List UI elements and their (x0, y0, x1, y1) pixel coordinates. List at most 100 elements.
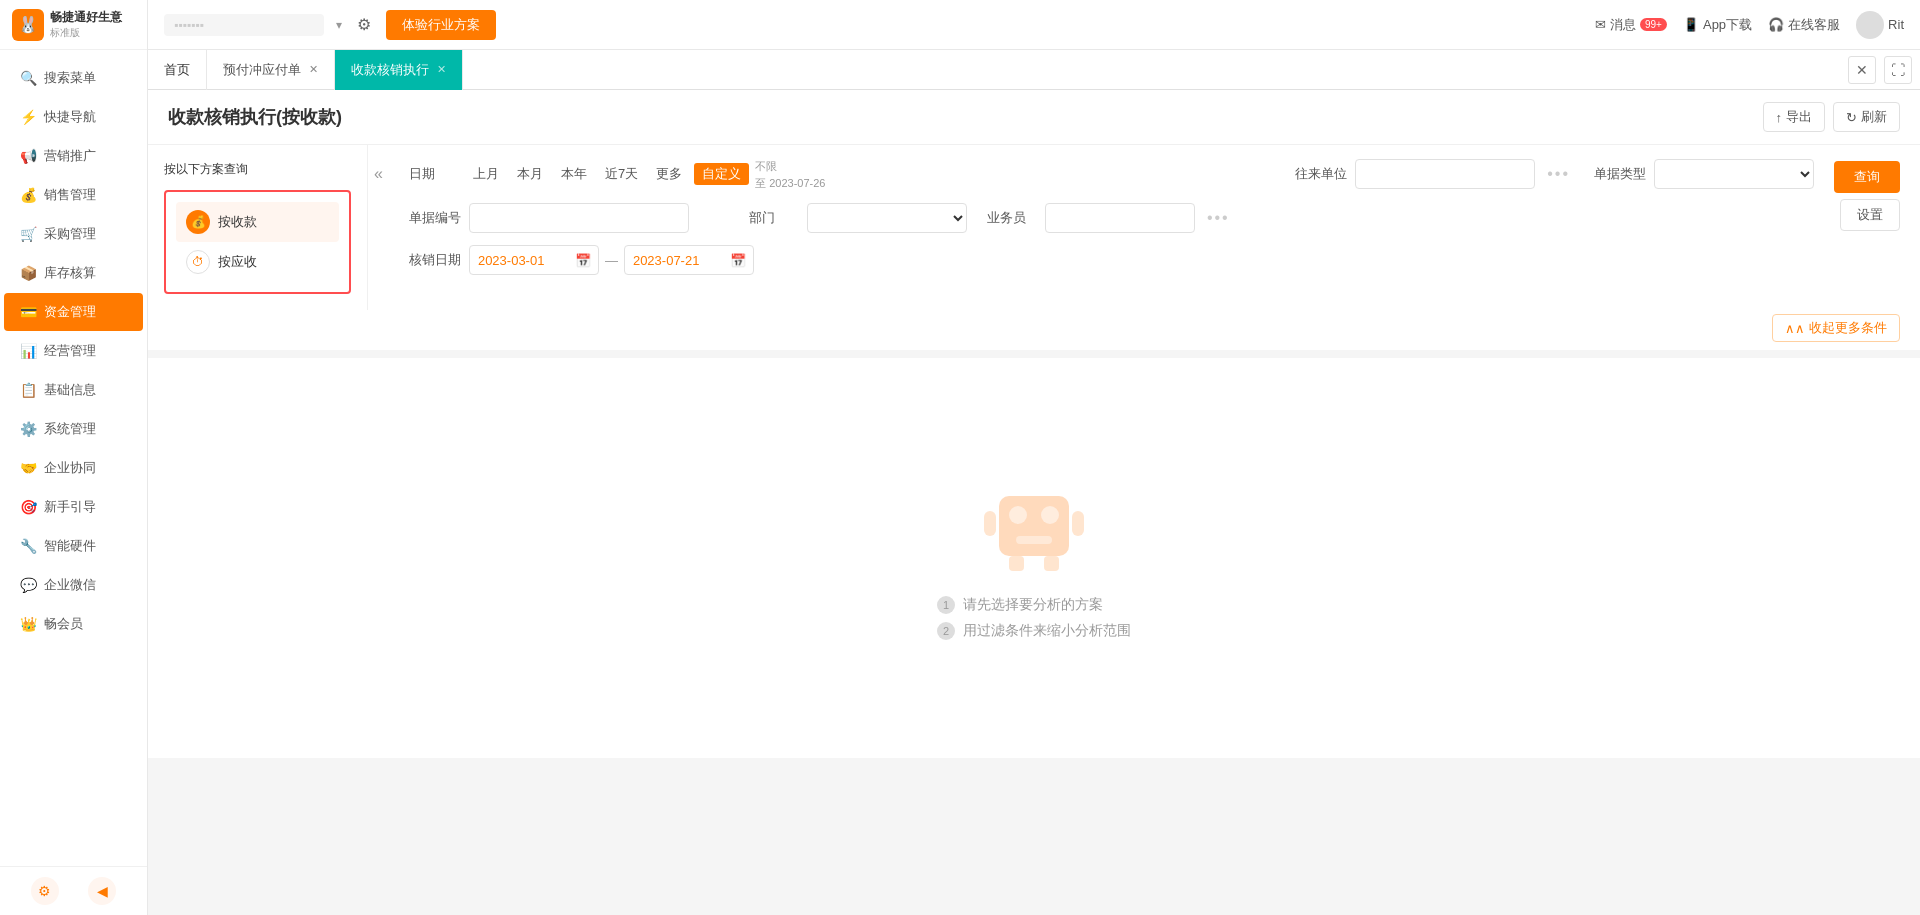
topbar-right: ✉ 消息 99+ 📱 App下载 🎧 在线客服 Rit (1595, 11, 1904, 39)
tab-close-all-btn[interactable]: ✕ (1848, 56, 1876, 84)
sidebar-item-member[interactable]: 👑 畅会员 (4, 605, 143, 643)
avatar (1856, 11, 1884, 39)
topbar-gear-btn[interactable]: ⚙ (350, 11, 378, 39)
sidebar-item-guide[interactable]: 🎯 新手引导 (4, 488, 143, 526)
sidebar-item-search[interactable]: 🔍 搜索菜单 (4, 59, 143, 97)
message-icon: ✉ (1595, 17, 1606, 32)
verify-date-label: 核销日期 (409, 251, 461, 269)
sidebar-item-quicknav[interactable]: ⚡ 快捷导航 (4, 98, 143, 136)
filter-row-3: 核销日期 📅 — 📅 (409, 245, 1814, 275)
settings-icon[interactable]: ⚙ (31, 877, 59, 905)
date-this-year[interactable]: 本年 (555, 163, 593, 185)
date-this-month[interactable]: 本月 (511, 163, 549, 185)
doc-no-input[interactable] (469, 203, 689, 233)
refresh-icon: ↻ (1846, 110, 1857, 125)
empty-state: 1 请先选择要分析的方案 2 用过滤条件来缩小分析范围 (937, 476, 1131, 640)
doc-type-select[interactable] (1654, 159, 1814, 189)
page-header: 收款核销执行(按收款) ↑ 导出 ↻ 刷新 (148, 90, 1920, 145)
svg-rect-1 (1009, 506, 1027, 524)
date-field: 日期 上月 本月 本年 近7天 更多 自定义 不限 (409, 157, 826, 191)
page-title: 收款核销执行(按收款) (168, 105, 342, 141)
date-last-month[interactable]: 上月 (467, 163, 505, 185)
sidebar: 🐰 畅捷通好生意 标准版 🔍 搜索菜单 ⚡ 快捷导航 📢 营销推广 💰 销售管理… (0, 0, 148, 915)
collapse-sidebar-icon[interactable]: ◀ (88, 877, 116, 905)
date-no-limit: 不限 (755, 159, 825, 174)
tab-collection-close[interactable]: ✕ (437, 63, 446, 76)
counterparty-dots[interactable]: ••• (1543, 165, 1574, 183)
tab-collection[interactable]: 收款核销执行 ✕ (335, 50, 463, 90)
sidebar-item-business[interactable]: 📊 经营管理 (4, 332, 143, 370)
sidebar-item-hardware[interactable]: 🔧 智能硬件 (4, 527, 143, 565)
dept-select[interactable] (807, 203, 967, 233)
collab-icon: 🤝 (20, 460, 36, 476)
tab-expand-btn[interactable]: ⛶ (1884, 56, 1912, 84)
topbar-dropdown-btn[interactable]: ▾ (336, 18, 342, 32)
user-info[interactable]: Rit (1856, 11, 1904, 39)
verify-date-start-input[interactable] (469, 245, 599, 275)
export-button[interactable]: ↑ 导出 (1763, 102, 1826, 132)
sidebar-item-marketing[interactable]: 📢 营销推广 (4, 137, 143, 175)
collapse-conditions-button[interactable]: ∧∧ 收起更多条件 (1772, 314, 1900, 342)
salesperson-label: 业务员 (987, 209, 1037, 227)
date-shortcuts: 上月 本月 本年 近7天 更多 自定义 不限 至 2023-07-26 (467, 157, 826, 191)
salesperson-input[interactable] (1045, 203, 1195, 233)
refresh-button[interactable]: ↻ 刷新 (1833, 102, 1900, 132)
filter-scheme-title: 按以下方案查询 (164, 161, 351, 178)
content-area: 收款核销执行(按收款) ↑ 导出 ↻ 刷新 按以下方案查询 💰 (148, 90, 1920, 915)
sidebar-item-basic-info[interactable]: 📋 基础信息 (4, 371, 143, 409)
topbar-search-area[interactable]: ▪▪▪▪▪▪▪ (164, 14, 324, 36)
message-badge: 99+ (1640, 18, 1667, 31)
collapse-row: ∧∧ 收起更多条件 (148, 310, 1920, 350)
page-header-actions: ↑ 导出 ↻ 刷新 (1763, 102, 1901, 144)
message-button[interactable]: ✉ 消息 99+ (1595, 16, 1667, 34)
settings-button[interactable]: 设置 (1840, 199, 1900, 231)
main-content-empty: 1 请先选择要分析的方案 2 用过滤条件来缩小分析范围 (148, 358, 1920, 758)
sidebar-item-finance[interactable]: 💳 资金管理 (4, 293, 143, 331)
query-button[interactable]: 查询 (1834, 161, 1900, 193)
tabbar-actions: ✕ ⛶ (1848, 50, 1920, 90)
verify-date-end-input[interactable] (624, 245, 754, 275)
topbar: ▪▪▪▪▪▪▪ ▾ ⚙ 体验行业方案 ✉ 消息 99+ 📱 App下载 🎧 在线… (148, 0, 1920, 50)
counterparty-input[interactable] (1355, 159, 1535, 189)
finance-icon: 💳 (20, 304, 36, 320)
app-download-button[interactable]: 📱 App下载 (1683, 16, 1752, 34)
svg-rect-5 (1072, 511, 1084, 536)
tab-home[interactable]: 首页 (148, 50, 207, 90)
industry-solution-button[interactable]: 体验行业方案 (386, 10, 496, 40)
dept-field: 部门 (749, 203, 967, 233)
verify-date-field: 核销日期 📅 — 📅 (409, 245, 754, 275)
filter-left-panel: 按以下方案查询 💰 按收款 ⏱ 按应收 (148, 145, 368, 310)
main-area: ▪▪▪▪▪▪▪ ▾ ⚙ 体验行业方案 ✉ 消息 99+ 📱 App下载 🎧 在线… (148, 0, 1920, 915)
hardware-icon: 🔧 (20, 538, 36, 554)
search-icon: 🔍 (20, 70, 36, 86)
date-label: 日期 (409, 165, 459, 183)
sidebar-item-wechat[interactable]: 💬 企业微信 (4, 566, 143, 604)
empty-robot-svg (974, 476, 1094, 576)
svg-rect-2 (1041, 506, 1059, 524)
tab-prepay[interactable]: 预付冲应付单 ✕ (207, 50, 335, 90)
chevron-up-icon: ∧∧ (1785, 321, 1805, 336)
app-logo-icon: 🐰 (12, 9, 44, 41)
business-icon: 📊 (20, 343, 36, 359)
receivable-icon: ⏱ (186, 250, 210, 274)
sidebar-item-inventory[interactable]: 📦 库存核算 (4, 254, 143, 292)
date-7days[interactable]: 近7天 (599, 163, 644, 185)
filter-collapse-left-btn[interactable]: « (368, 145, 389, 310)
filter-option-by-receipt[interactable]: 💰 按收款 (176, 202, 339, 242)
svg-rect-0 (999, 496, 1069, 556)
date-custom[interactable]: 自定义 (694, 163, 749, 185)
sales-icon: 💰 (20, 187, 36, 203)
filter-option-by-receivable[interactable]: ⏱ 按应收 (176, 242, 339, 282)
date-more[interactable]: 更多 (650, 163, 688, 185)
sidebar-item-purchase[interactable]: 🛒 采购管理 (4, 215, 143, 253)
sidebar-item-system[interactable]: ⚙️ 系统管理 (4, 410, 143, 448)
verify-date-start-wrap: 📅 (469, 245, 599, 275)
svg-rect-7 (1044, 556, 1059, 571)
sidebar-item-collaboration[interactable]: 🤝 企业协同 (4, 449, 143, 487)
tab-prepay-close[interactable]: ✕ (309, 63, 318, 76)
svg-rect-4 (984, 511, 996, 536)
sidebar-item-sales[interactable]: 💰 销售管理 (4, 176, 143, 214)
online-service-button[interactable]: 🎧 在线客服 (1768, 16, 1840, 34)
doc-no-field: 单据编号 (409, 203, 689, 233)
salesperson-dots[interactable]: ••• (1203, 209, 1234, 227)
